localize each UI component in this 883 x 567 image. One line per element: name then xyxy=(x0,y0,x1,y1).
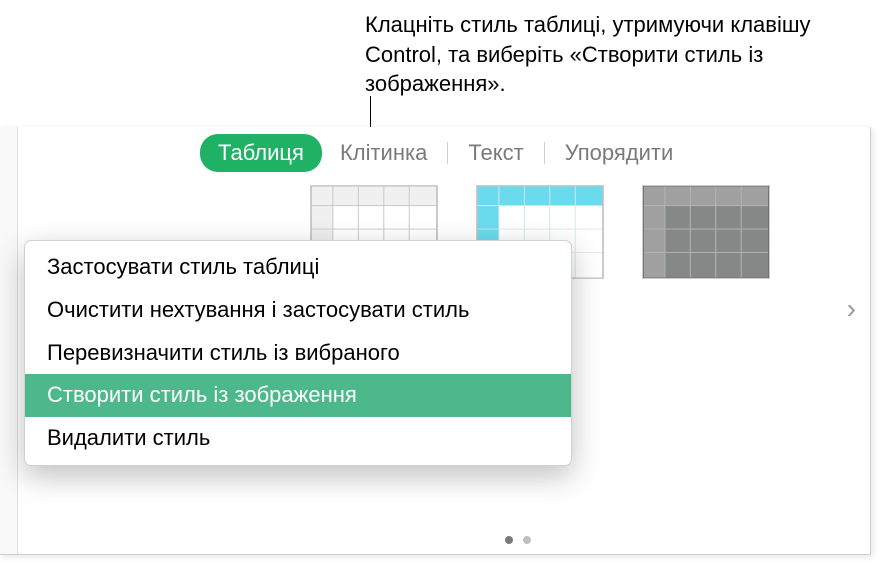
menu-create-style-from-image[interactable]: Створити стиль із зображення xyxy=(25,374,571,417)
menu-redefine-style-from-selection[interactable]: Перевизначити стиль із вибраного xyxy=(25,332,571,375)
menu-apply-table-style[interactable]: Застосувати стиль таблиці xyxy=(25,246,571,289)
pager-dot-2[interactable] xyxy=(523,536,531,544)
menu-delete-style[interactable]: Видалити стиль xyxy=(25,417,571,460)
tab-arrange[interactable]: Упорядити xyxy=(547,134,692,172)
pager-dots xyxy=(505,536,531,544)
table-style-dark-icon xyxy=(643,186,769,278)
tab-divider xyxy=(447,142,448,164)
inspector-tabs: Таблиця Клітинка Текст Упорядити xyxy=(200,134,691,172)
panel-left-edge xyxy=(0,127,18,554)
context-menu: Застосувати стиль таблиці Очистити нехту… xyxy=(24,240,572,466)
tab-table[interactable]: Таблиця xyxy=(200,134,322,172)
tab-cell[interactable]: Клітинка xyxy=(322,134,445,172)
menu-clear-overrides-apply-style[interactable]: Очистити нехтування і застосувати стиль xyxy=(25,289,571,332)
tab-text[interactable]: Текст xyxy=(450,134,541,172)
table-style-dark[interactable] xyxy=(642,185,770,279)
pager-dot-1[interactable] xyxy=(505,536,513,544)
tab-divider xyxy=(544,142,545,164)
callout-text: Клацніть стиль таблиці, утримуючи клавіш… xyxy=(365,10,865,99)
next-page-arrow-icon[interactable]: › xyxy=(847,293,856,325)
